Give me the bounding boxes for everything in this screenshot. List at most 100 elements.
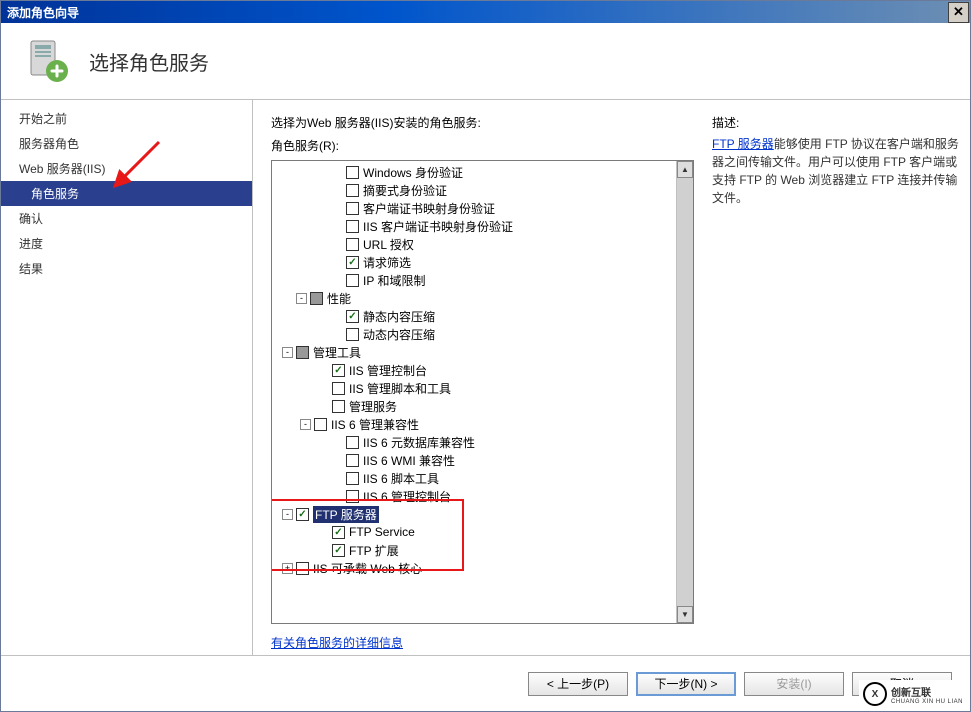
checkbox[interactable]: [346, 220, 359, 233]
right-column: 描述: FTP 服务器能够使用 FTP 协议在客户端和服务器之间传输文件。用户可…: [712, 114, 962, 651]
scroll-down-button[interactable]: ▼: [677, 606, 693, 623]
tree-row[interactable]: IIS 管理脚本和工具: [272, 379, 676, 397]
scroll-up-button[interactable]: ▲: [677, 161, 693, 178]
tree-label: IIS 6 脚本工具: [363, 470, 439, 487]
tree-row[interactable]: ✓ FTP 扩展: [272, 541, 676, 559]
checkbox[interactable]: [346, 238, 359, 251]
tree-row[interactable]: ✓ 请求筛选: [272, 253, 676, 271]
previous-button[interactable]: < 上一步(P): [528, 672, 628, 696]
close-button[interactable]: ✕: [948, 2, 969, 23]
tree-inner[interactable]: Windows 身份验证摘要式身份验证客户端证书映射身份验证IIS 客户端证书映…: [272, 161, 676, 623]
tree-row[interactable]: ✓ IIS 管理控制台: [272, 361, 676, 379]
sidebar: 开始之前服务器角色Web 服务器(IIS)角色服务确认进度结果: [1, 100, 253, 655]
watermark-text: 创新互联 CHUANG XIN HU LIAN: [891, 684, 963, 705]
checkbox[interactable]: [314, 418, 327, 431]
tree-label: FTP Service: [349, 525, 415, 539]
tree-row[interactable]: + IIS 可承载 Web 核心: [272, 559, 676, 577]
main: 选择为Web 服务器(IIS)安装的角色服务: 角色服务(R): Windows…: [253, 100, 970, 655]
tree-label: Windows 身份验证: [363, 164, 463, 181]
checkbox[interactable]: ✓: [332, 544, 345, 557]
expand-icon[interactable]: +: [282, 563, 293, 574]
checkbox[interactable]: ✓: [332, 526, 345, 539]
watermark-logo: X: [863, 682, 887, 706]
tree-label: 请求筛选: [363, 254, 411, 271]
collapse-icon[interactable]: -: [282, 347, 293, 358]
tree-row[interactable]: 摘要式身份验证: [272, 181, 676, 199]
tree-row[interactable]: IP 和域限制: [272, 271, 676, 289]
description-text: FTP 服务器能够使用 FTP 协议在客户端和服务器之间传输文件。用户可以使用 …: [712, 135, 962, 207]
tree-label: IIS 管理控制台: [349, 362, 427, 379]
tree-row[interactable]: IIS 6 管理控制台: [272, 487, 676, 505]
prompt-label: 选择为Web 服务器(IIS)安装的角色服务:: [271, 114, 694, 131]
checkbox[interactable]: [310, 292, 323, 305]
checkbox[interactable]: [346, 202, 359, 215]
checkbox[interactable]: ✓: [296, 508, 309, 521]
checkbox[interactable]: [346, 454, 359, 467]
tree-row[interactable]: 管理服务: [272, 397, 676, 415]
scrollbar-track[interactable]: [677, 178, 693, 606]
checkbox[interactable]: [296, 562, 309, 575]
collapse-icon[interactable]: -: [296, 293, 307, 304]
sidebar-item[interactable]: 开始之前: [1, 106, 252, 131]
sidebar-item[interactable]: 结果: [1, 256, 252, 281]
footer: < 上一步(P) 下一步(N) > 安装(I) 取消: [1, 655, 970, 711]
watermark: X 创新互联 CHUANG XIN HU LIAN: [859, 680, 967, 708]
tree-row[interactable]: 客户端证书映射身份验证: [272, 199, 676, 217]
tree-row[interactable]: Windows 身份验证: [272, 163, 676, 181]
sidebar-item[interactable]: 进度: [1, 231, 252, 256]
tree-label: FTP 服务器: [313, 506, 379, 523]
tree-row[interactable]: -✓ FTP 服务器: [272, 505, 676, 523]
more-info-link[interactable]: 有关角色服务的详细信息: [271, 636, 403, 650]
close-icon: ✕: [953, 4, 964, 20]
tree-label: 管理服务: [349, 398, 397, 415]
scrollbar[interactable]: ▲ ▼: [676, 161, 693, 623]
checkbox[interactable]: [332, 382, 345, 395]
checkbox[interactable]: [346, 274, 359, 287]
collapse-icon[interactable]: -: [282, 509, 293, 520]
wizard-window: 添加角色向导 ✕ 选择角色服务 开始之前服务器角色Web 服务器(IIS)角色服…: [0, 0, 971, 712]
tree-label: FTP 扩展: [349, 542, 399, 559]
checkbox[interactable]: [296, 346, 309, 359]
tree-label: IIS 6 管理兼容性: [331, 416, 419, 433]
tree-row[interactable]: URL 授权: [272, 235, 676, 253]
ftp-server-link[interactable]: FTP 服务器: [712, 137, 774, 151]
tree-label: 客户端证书映射身份验证: [363, 200, 495, 217]
tree-label: IIS 6 元数据库兼容性: [363, 434, 475, 451]
checkbox[interactable]: [346, 472, 359, 485]
checkbox[interactable]: [346, 166, 359, 179]
checkbox[interactable]: [346, 184, 359, 197]
checkbox[interactable]: ✓: [332, 364, 345, 377]
checkbox[interactable]: [346, 436, 359, 449]
tree-row[interactable]: - 性能: [272, 289, 676, 307]
tree-row[interactable]: IIS 6 元数据库兼容性: [272, 433, 676, 451]
tree-row[interactable]: ✓ FTP Service: [272, 523, 676, 541]
tree-label: IP 和域限制: [363, 272, 425, 289]
tree-row[interactable]: - IIS 6 管理兼容性: [272, 415, 676, 433]
tree-row[interactable]: IIS 6 WMI 兼容性: [272, 451, 676, 469]
main-top: 选择为Web 服务器(IIS)安装的角色服务: 角色服务(R): Windows…: [271, 114, 962, 651]
description-label: 描述:: [712, 114, 962, 131]
tree-label: 静态内容压缩: [363, 308, 435, 325]
tree-row[interactable]: -管理工具: [272, 343, 676, 361]
role-services-tree: Windows 身份验证摘要式身份验证客户端证书映射身份验证IIS 客户端证书映…: [271, 160, 694, 624]
next-button[interactable]: 下一步(N) >: [636, 672, 736, 696]
tree-row[interactable]: ✓ 静态内容压缩: [272, 307, 676, 325]
checkbox[interactable]: [332, 400, 345, 413]
sidebar-item[interactable]: Web 服务器(IIS): [1, 156, 252, 181]
tree-label: IIS 可承载 Web 核心: [313, 560, 422, 577]
tree-row[interactable]: IIS 6 脚本工具: [272, 469, 676, 487]
checkbox[interactable]: ✓: [346, 310, 359, 323]
collapse-icon[interactable]: -: [300, 419, 311, 430]
sidebar-item[interactable]: 确认: [1, 206, 252, 231]
tree-label: 性能: [327, 290, 351, 307]
roles-label: 角色服务(R):: [271, 137, 694, 154]
checkbox[interactable]: [346, 490, 359, 503]
sidebar-item[interactable]: 角色服务: [1, 181, 252, 206]
checkbox[interactable]: [346, 328, 359, 341]
checkbox[interactable]: ✓: [346, 256, 359, 269]
sidebar-item[interactable]: 服务器角色: [1, 131, 252, 156]
tree-row[interactable]: IIS 客户端证书映射身份验证: [272, 217, 676, 235]
left-column: 选择为Web 服务器(IIS)安装的角色服务: 角色服务(R): Windows…: [271, 114, 694, 651]
tree-row[interactable]: 动态内容压缩: [272, 325, 676, 343]
titlebar: 添加角色向导 ✕: [1, 1, 970, 23]
